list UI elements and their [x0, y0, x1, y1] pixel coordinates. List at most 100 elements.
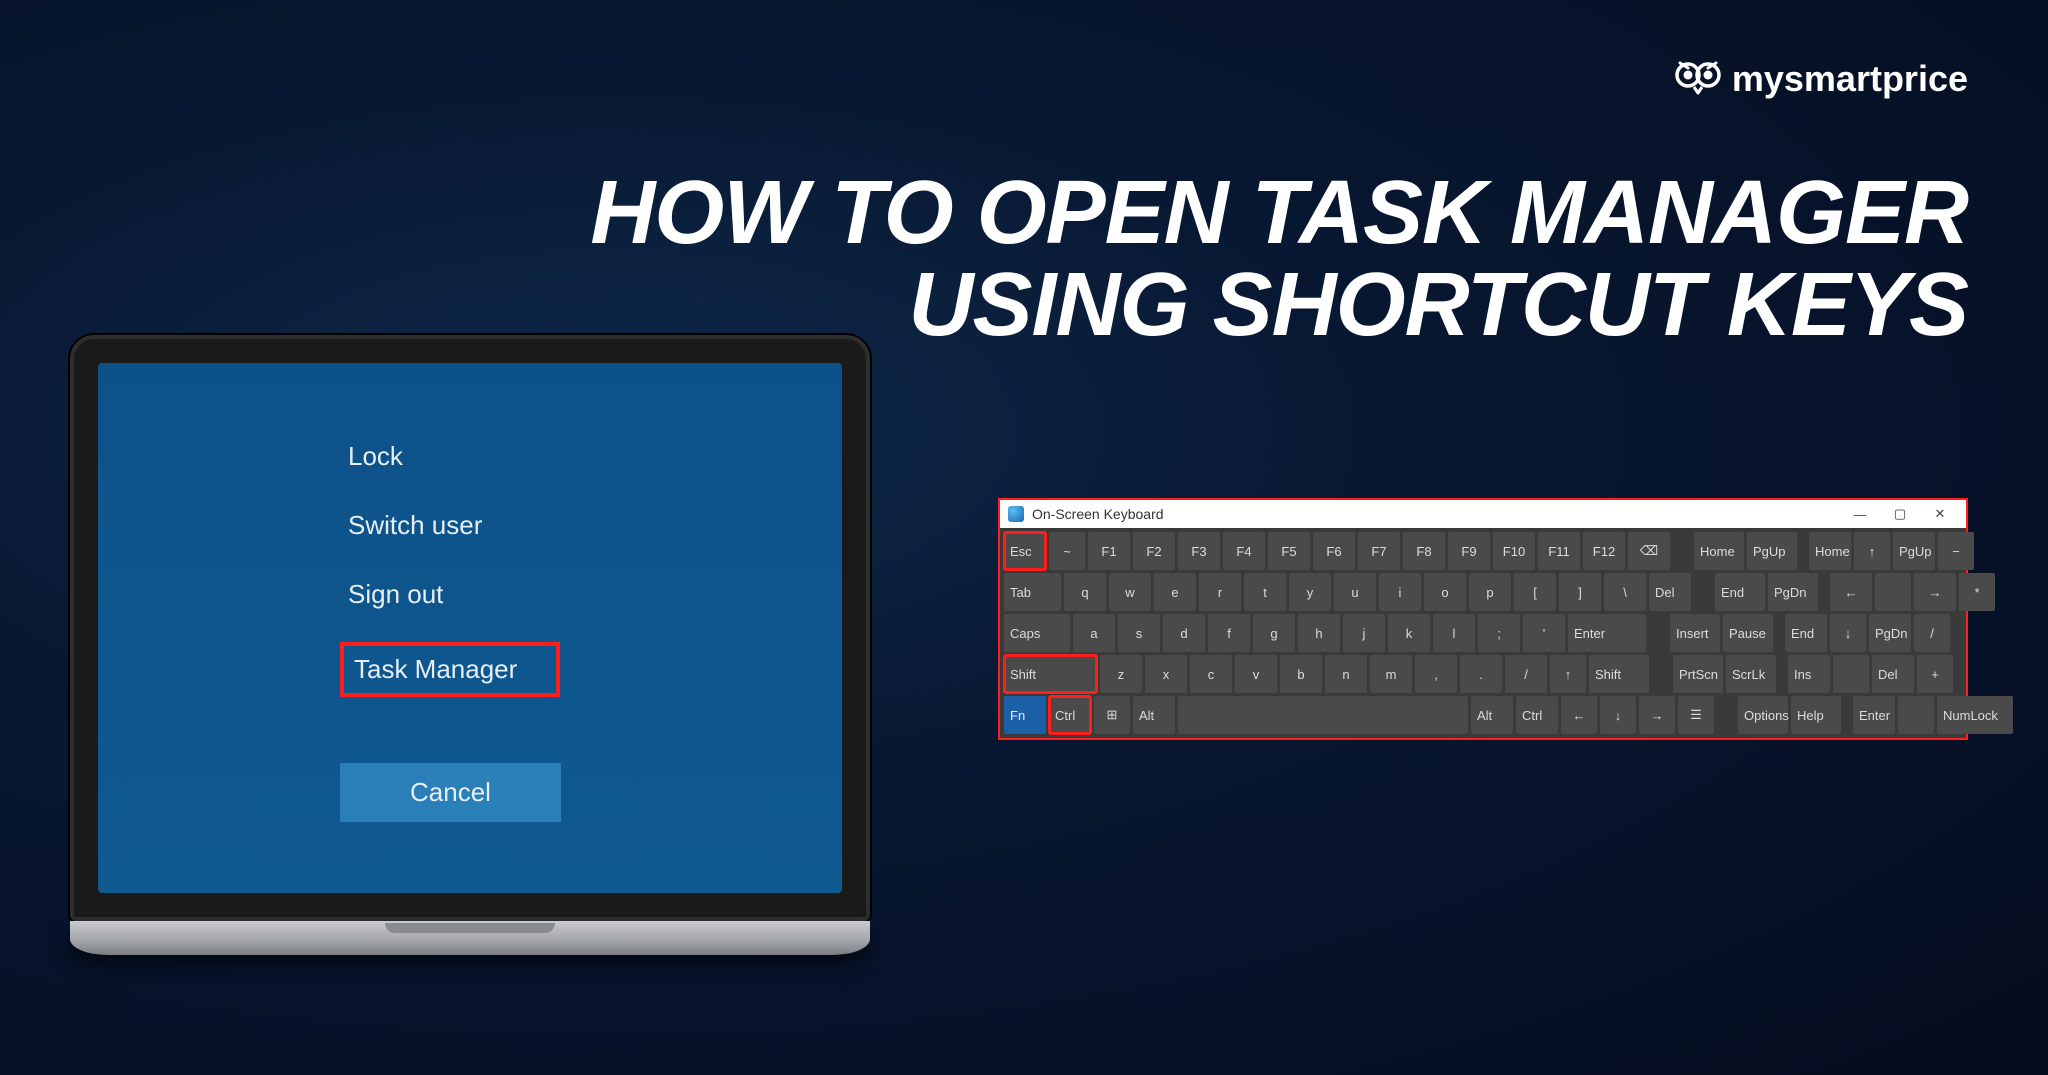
key-numpad-star[interactable]: *: [1959, 573, 1995, 611]
key-f3[interactable]: F3: [1178, 532, 1220, 570]
key-x[interactable]: x: [1145, 655, 1187, 693]
key-e[interactable]: e: [1154, 573, 1196, 611]
key-windows-icon[interactable]: ⊞: [1094, 696, 1130, 734]
key-apostrophe[interactable]: ': [1523, 614, 1565, 652]
key-numlock[interactable]: NumLock: [1937, 696, 2013, 734]
key-tilde[interactable]: ~: [1049, 532, 1085, 570]
key-ins[interactable]: Ins: [1788, 655, 1830, 693]
key-ctrl-left[interactable]: Ctrl: [1049, 696, 1091, 734]
key-q[interactable]: q: [1064, 573, 1106, 611]
key-p[interactable]: p: [1469, 573, 1511, 611]
menu-item-task-manager[interactable]: Task Manager: [340, 642, 560, 697]
key-o[interactable]: o: [1424, 573, 1466, 611]
key-enter[interactable]: Enter: [1568, 614, 1646, 652]
key-f6[interactable]: F6: [1313, 532, 1355, 570]
key-del-2[interactable]: Del: [1872, 655, 1914, 693]
key-arrow-right-icon[interactable]: →: [1639, 696, 1675, 734]
maximize-button[interactable]: ▢: [1882, 503, 1918, 525]
key-end[interactable]: End: [1715, 573, 1765, 611]
key-numpad-plus[interactable]: +: [1917, 655, 1953, 693]
key-arrow-up-icon[interactable]: ↑: [1550, 655, 1586, 693]
key-tab[interactable]: Tab: [1004, 573, 1061, 611]
key-nav-home[interactable]: Home: [1809, 532, 1851, 570]
key-m[interactable]: m: [1370, 655, 1412, 693]
key-nav-empty[interactable]: [1875, 573, 1911, 611]
close-button[interactable]: ✕: [1922, 503, 1958, 525]
key-f5[interactable]: F5: [1268, 532, 1310, 570]
key-right-bracket[interactable]: ]: [1559, 573, 1601, 611]
key-f4[interactable]: F4: [1223, 532, 1265, 570]
key-v[interactable]: v: [1235, 655, 1277, 693]
key-nav-left-icon[interactable]: ←: [1830, 573, 1872, 611]
key-b[interactable]: b: [1280, 655, 1322, 693]
key-nav-pgdn[interactable]: PgDn: [1869, 614, 1911, 652]
key-f9[interactable]: F9: [1448, 532, 1490, 570]
key-d[interactable]: d: [1163, 614, 1205, 652]
key-f11[interactable]: F11: [1538, 532, 1580, 570]
key-fn[interactable]: Fn: [1004, 696, 1046, 734]
key-f12[interactable]: F12: [1583, 532, 1625, 570]
key-backspace[interactable]: ⌫: [1628, 532, 1670, 570]
key-s[interactable]: s: [1118, 614, 1160, 652]
key-f7[interactable]: F7: [1358, 532, 1400, 570]
key-pause[interactable]: Pause: [1723, 614, 1773, 652]
key-a[interactable]: a: [1073, 614, 1115, 652]
key-help[interactable]: Help: [1791, 696, 1841, 734]
key-z[interactable]: z: [1100, 655, 1142, 693]
key-esc[interactable]: Esc: [1004, 532, 1046, 570]
key-j[interactable]: j: [1343, 614, 1385, 652]
key-n[interactable]: n: [1325, 655, 1367, 693]
minimize-button[interactable]: —: [1842, 503, 1878, 525]
key-numpad-slash[interactable]: /: [1914, 614, 1950, 652]
key-comma[interactable]: ,: [1415, 655, 1457, 693]
key-nav-up-icon[interactable]: ↑: [1854, 532, 1890, 570]
key-g[interactable]: g: [1253, 614, 1295, 652]
key-period[interactable]: .: [1460, 655, 1502, 693]
key-prtscn[interactable]: PrtScn: [1673, 655, 1723, 693]
key-w[interactable]: w: [1109, 573, 1151, 611]
menu-item-switch-user[interactable]: Switch user: [340, 504, 600, 547]
key-alt-right[interactable]: Alt: [1471, 696, 1513, 734]
key-nav-right-icon[interactable]: →: [1914, 573, 1956, 611]
key-c[interactable]: c: [1190, 655, 1232, 693]
key-options[interactable]: Options: [1738, 696, 1788, 734]
key-f8[interactable]: F8: [1403, 532, 1445, 570]
key-alt-left[interactable]: Alt: [1133, 696, 1175, 734]
key-scrlk[interactable]: ScrLk: [1726, 655, 1776, 693]
cancel-button[interactable]: Cancel: [340, 763, 561, 822]
key-f[interactable]: f: [1208, 614, 1250, 652]
key-u[interactable]: u: [1334, 573, 1376, 611]
key-ctrl-right[interactable]: Ctrl: [1516, 696, 1558, 734]
key-i[interactable]: i: [1379, 573, 1421, 611]
key-context-menu-icon[interactable]: ☰: [1678, 696, 1714, 734]
key-forward-slash[interactable]: /: [1505, 655, 1547, 693]
key-insert[interactable]: Insert: [1670, 614, 1720, 652]
key-nav-empty-3[interactable]: [1898, 696, 1934, 734]
key-caps[interactable]: Caps: [1004, 614, 1070, 652]
key-left-bracket[interactable]: [: [1514, 573, 1556, 611]
key-y[interactable]: y: [1289, 573, 1331, 611]
key-semicolon[interactable]: ;: [1478, 614, 1520, 652]
key-t[interactable]: t: [1244, 573, 1286, 611]
key-nav-pgup[interactable]: PgUp: [1893, 532, 1935, 570]
key-h[interactable]: h: [1298, 614, 1340, 652]
key-home[interactable]: Home: [1694, 532, 1744, 570]
key-k[interactable]: k: [1388, 614, 1430, 652]
key-shift-right[interactable]: Shift: [1589, 655, 1649, 693]
key-nav-empty-2[interactable]: [1833, 655, 1869, 693]
key-numpad-minus[interactable]: −: [1938, 532, 1974, 570]
menu-item-lock[interactable]: Lock: [340, 435, 600, 478]
key-space[interactable]: [1178, 696, 1468, 734]
menu-item-sign-out[interactable]: Sign out: [340, 573, 600, 616]
key-del[interactable]: Del: [1649, 573, 1691, 611]
key-f1[interactable]: F1: [1088, 532, 1130, 570]
key-l[interactable]: l: [1433, 614, 1475, 652]
key-shift-left[interactable]: Shift: [1004, 655, 1097, 693]
key-pgup[interactable]: PgUp: [1747, 532, 1797, 570]
key-backslash[interactable]: \: [1604, 573, 1646, 611]
key-f10[interactable]: F10: [1493, 532, 1535, 570]
key-f2[interactable]: F2: [1133, 532, 1175, 570]
key-nav-end[interactable]: End: [1785, 614, 1827, 652]
key-pgdn[interactable]: PgDn: [1768, 573, 1818, 611]
key-nav-down-icon[interactable]: ↓: [1830, 614, 1866, 652]
